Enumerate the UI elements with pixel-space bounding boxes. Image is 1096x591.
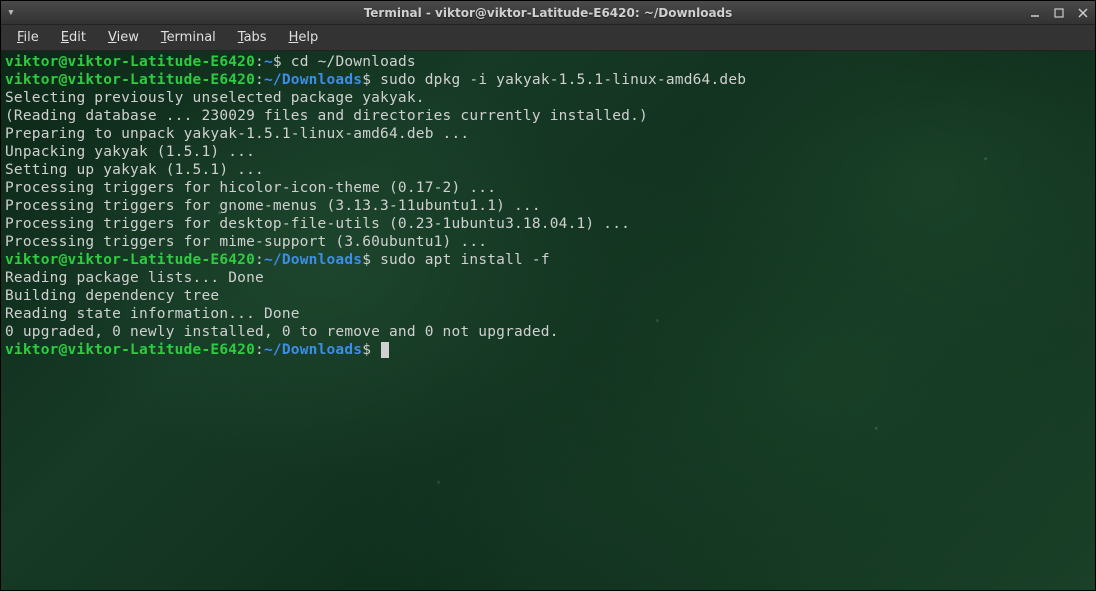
terminal-output: Processing triggers for gnome-menus (3.1… [5,197,1091,215]
maximize-button[interactable] [1051,5,1067,21]
terminal-line: viktor@viktor-Latitude-E6420:~/Downloads… [5,341,1091,359]
prompt-dollar: $ [362,342,371,358]
cursor [381,342,389,358]
prompt-colon: : [255,252,264,268]
terminal-output: Preparing to unpack yakyak-1.5.1-linux-a… [5,125,1091,143]
terminal-output: (Reading database ... 230029 files and d… [5,107,1091,125]
prompt-user-host: viktor@viktor-Latitude-E6420 [5,72,255,88]
terminal-output: Reading state information... Done [5,305,1091,323]
menu-help[interactable]: Help [279,27,329,48]
command-text: sudo dpkg -i yakyak-1.5.1-linux-amd64.de… [371,72,746,88]
close-button[interactable] [1075,5,1091,21]
terminal-output: Setting up yakyak (1.5.1) ... [5,161,1091,179]
command-text: sudo apt install -f [371,252,550,268]
prompt-path: ~/Downloads [264,252,362,268]
terminal-output: Processing triggers for hicolor-icon-the… [5,179,1091,197]
terminal-output: Reading package lists... Done [5,269,1091,287]
prompt-path: ~/Downloads [264,72,362,88]
prompt-user-host: viktor@viktor-Latitude-E6420 [5,342,255,358]
menu-terminal[interactable]: Terminal [151,27,226,48]
prompt-colon: : [255,72,264,88]
command-text [371,342,380,358]
terminal-content[interactable]: viktor@viktor-Latitude-E6420:~$ cd ~/Dow… [1,51,1095,361]
command-text: cd ~/Downloads [282,54,416,70]
window-controls [1027,1,1091,24]
menu-tabs[interactable]: Tabs [228,27,277,48]
terminal-line: viktor@viktor-Latitude-E6420:~/Downloads… [5,71,1091,89]
window-title: Terminal - viktor@viktor-Latitude-E6420:… [364,6,733,20]
terminal-output: Selecting previously unselected package … [5,89,1091,107]
prompt-dollar: $ [362,252,371,268]
prompt-user-host: viktor@viktor-Latitude-E6420 [5,252,255,268]
prompt-colon: : [255,342,264,358]
prompt-user-host: viktor@viktor-Latitude-E6420 [5,54,255,70]
menubar: File Edit View Terminal Tabs Help [1,25,1095,51]
window-menu-icon[interactable]: ▾ [7,1,15,24]
terminal-area[interactable]: viktor@viktor-Latitude-E6420:~$ cd ~/Dow… [1,51,1095,590]
menu-file[interactable]: File [7,27,49,48]
prompt-path: ~/Downloads [264,342,362,358]
prompt-dollar: $ [362,72,371,88]
terminal-output: Processing triggers for mime-support (3.… [5,233,1091,251]
terminal-line: viktor@viktor-Latitude-E6420:~$ cd ~/Dow… [5,53,1091,71]
minimize-button[interactable] [1027,5,1043,21]
prompt-colon: : [255,54,264,70]
menu-edit[interactable]: Edit [51,27,96,48]
terminal-output: Processing triggers for desktop-file-uti… [5,215,1091,233]
terminal-output: 0 upgraded, 0 newly installed, 0 to remo… [5,323,1091,341]
terminal-window: ▾ Terminal - viktor@viktor-Latitude-E642… [0,0,1096,591]
terminal-output: Unpacking yakyak (1.5.1) ... [5,143,1091,161]
terminal-output: Building dependency tree [5,287,1091,305]
prompt-path: ~ [264,54,273,70]
menu-view[interactable]: View [98,27,149,48]
titlebar[interactable]: ▾ Terminal - viktor@viktor-Latitude-E642… [1,1,1095,25]
terminal-line: viktor@viktor-Latitude-E6420:~/Downloads… [5,251,1091,269]
prompt-dollar: $ [273,54,282,70]
